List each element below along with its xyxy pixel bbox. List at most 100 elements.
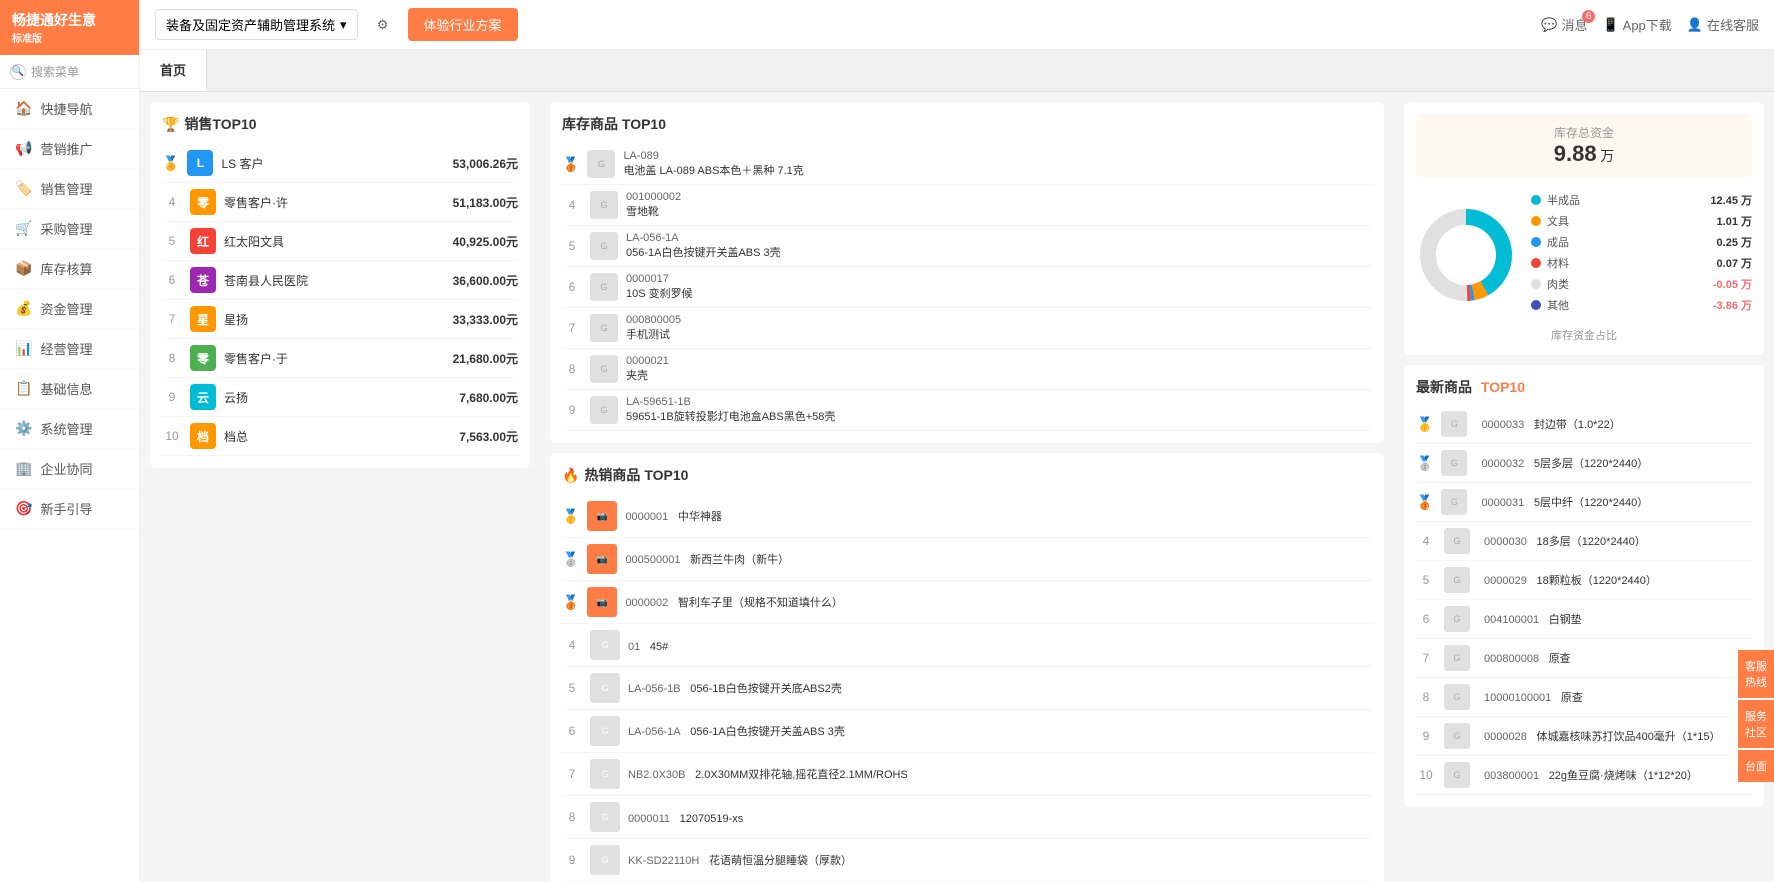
- nav-icon: 🏠: [15, 100, 32, 117]
- new-product-info: 10000100001 原查: [1484, 689, 1752, 705]
- cs-counter-btn[interactable]: 台面: [1738, 750, 1774, 782]
- legend-dot: [1531, 279, 1541, 289]
- service-icon: 👤: [1687, 17, 1703, 33]
- hot-product-info: 0000002 智利车子里（规格不知道填什么）: [625, 594, 842, 610]
- top-customers-card: 🏆 销售TOP10 🏅 L LS 客户 53,006.26元 4 零 零售客户·…: [150, 102, 530, 468]
- new-products-card: 最新商品 TOP10 🥇 G 0000033 封边带（1.0*22） 🥈 G 0…: [1404, 365, 1764, 807]
- logo-main-text: 畅捷通好生意: [12, 10, 96, 30]
- product-thumb: G: [590, 396, 618, 424]
- new-products-top-label: TOP10: [1481, 379, 1525, 395]
- new-product-info: 0000033 封边带（1.0*22）: [1481, 416, 1752, 432]
- inventory-products-title: 库存商品 TOP10: [562, 114, 1372, 134]
- customer-avatar: 苍: [190, 267, 216, 293]
- rank-number: 8: [162, 351, 182, 365]
- sidebar-item-sales[interactable]: 🏷️ 销售管理: [0, 169, 139, 209]
- sidebar-item-enterprise[interactable]: 🏢 企业协同: [0, 449, 139, 489]
- nav-icon: 📦: [15, 260, 32, 277]
- hot-product-item: 8 G 0000011 12070519-xs: [562, 796, 1372, 839]
- product-thumb-placeholder: G: [1441, 450, 1467, 476]
- sidebar-item-guide[interactable]: 🎯 新手引导: [0, 489, 139, 529]
- legend-dot: [1531, 216, 1541, 226]
- new-product-item: 🥇 G 0000033 封边带（1.0*22）: [1416, 405, 1752, 444]
- settings-icon[interactable]: ⚙: [368, 10, 398, 40]
- medal-silver-icon: 🥈: [562, 551, 579, 568]
- sidebar-item-operations[interactable]: 📊 经营管理: [0, 329, 139, 369]
- trial-button[interactable]: 体验行业方案: [408, 8, 518, 41]
- customer-list-item: 4 零 零售客户·许 51,183.00元: [162, 183, 518, 222]
- hot-products-title: 🔥 热销商品 TOP10: [562, 465, 1372, 485]
- medal-gold-icon: 🥇: [1416, 416, 1433, 433]
- new-product-info: 000800008 原查: [1484, 650, 1752, 666]
- rank-number: 10: [1416, 768, 1436, 782]
- sidebar-item-system[interactable]: ⚙️ 系统管理: [0, 409, 139, 449]
- online-service-label: 在线客服: [1707, 15, 1759, 34]
- medal-bronze-icon: 🥉: [562, 594, 579, 611]
- inventory-product-item: 6 G 0000017 10S 变刹罗候: [562, 267, 1372, 308]
- inventory-legend: 半成品 12.45 万 文具 1.01 万 成品 0.25 万 材料 0.07 …: [1531, 192, 1752, 318]
- tab-home[interactable]: 首页: [140, 50, 207, 91]
- product-thumb-placeholder: G: [1444, 762, 1470, 788]
- inventory-product-item: 7 G 000800005 手机测试: [562, 308, 1372, 349]
- sidebar-item-quick-nav[interactable]: 🏠 快捷导航: [0, 89, 139, 129]
- legend-value: 0.25 万: [1717, 234, 1752, 250]
- customer-name: 星扬: [224, 311, 445, 328]
- app-download-label: App下载: [1623, 15, 1672, 34]
- customer-value: 51,183.00元: [453, 194, 518, 211]
- nav-label: 资金管理: [40, 299, 92, 318]
- nav-label: 库存核算: [40, 259, 92, 278]
- search-icon: 🔍: [10, 64, 26, 80]
- sidebar-nav: 🏠 快捷导航📢 营销推广🏷️ 销售管理🛒 采购管理📦 库存核算💰 资金管理📊 经…: [0, 89, 139, 529]
- rank-number: 7: [562, 767, 582, 781]
- rank-number: 7: [162, 312, 182, 326]
- new-product-info: 003800001 22g鱼豆腐·烧烤味（1*12*20）: [1484, 767, 1752, 783]
- sidebar-item-purchase[interactable]: 🛒 采购管理: [0, 209, 139, 249]
- customer-list-item: 🏅 L LS 客户 53,006.26元: [162, 144, 518, 183]
- online-service-btn[interactable]: 👤 在线客服: [1687, 15, 1759, 34]
- nav-label: 快捷导航: [40, 99, 92, 118]
- message-icon: 💬: [1541, 17, 1557, 33]
- sidebar-search[interactable]: 🔍 搜索菜单: [0, 55, 139, 89]
- tab-home-label: 首页: [160, 63, 186, 78]
- legend-item: 成品 0.25 万: [1531, 234, 1752, 250]
- sidebar-item-marketing[interactable]: 📢 营销推广: [0, 129, 139, 169]
- sidebar: 畅捷通好生意 标准版 🔍 搜索菜单 🏠 快捷导航📢 营销推广🏷️ 销售管理🛒 采…: [0, 0, 140, 882]
- product-thumb: G: [590, 232, 618, 260]
- rank-number: 7: [1416, 651, 1436, 665]
- topbar: 装备及固定资产辅助管理系统 ▾ ⚙ 体验行业方案 💬 消息 6 📱 App下载 …: [140, 0, 1774, 50]
- app-download-btn[interactable]: 📱 App下载: [1602, 15, 1671, 34]
- sidebar-item-finance[interactable]: 💰 资金管理: [0, 289, 139, 329]
- legend-label: 材料: [1547, 255, 1711, 271]
- inventory-products-list: 🥉 G LA-089 电池盖 LA-089 ABS本色＋黑种 7.1克 4 G …: [562, 144, 1372, 431]
- customer-name: 云扬: [224, 389, 451, 406]
- hot-product-thumb: 📷: [587, 544, 617, 574]
- system-selector[interactable]: 装备及固定资产辅助管理系统 ▾: [155, 9, 358, 40]
- hot-product-thumb: G: [590, 716, 620, 746]
- sidebar-item-inventory[interactable]: 📦 库存核算: [0, 249, 139, 289]
- legend-value: 12.45 万: [1710, 192, 1752, 208]
- product-info: 0000017 10S 变刹罗候: [626, 273, 693, 301]
- customer-name: 红太阳文具: [224, 233, 445, 250]
- rank-number: 5: [162, 234, 182, 248]
- hot-product-item: 9 G KK-SD22110H 花语萌恒温分腿睡袋（厚款）: [562, 839, 1372, 882]
- customer-avatar: 零: [190, 345, 216, 371]
- sidebar-item-base[interactable]: 📋 基础信息: [0, 369, 139, 409]
- customer-avatar: 星: [190, 306, 216, 332]
- message-badge: 6: [1582, 10, 1596, 23]
- main-area: 装备及固定资产辅助管理系统 ▾ ⚙ 体验行业方案 💬 消息 6 📱 App下载 …: [140, 0, 1774, 882]
- product-info: LA-056-1A 056-1A白色按键开关盖ABS 3壳: [626, 232, 781, 260]
- product-thumb-placeholder: G: [1444, 606, 1470, 632]
- cs-hotline-btn[interactable]: 客服热线: [1738, 650, 1774, 698]
- hot-product-thumb: G: [590, 759, 620, 789]
- logo-sub-text: 标准版: [12, 30, 42, 45]
- message-btn[interactable]: 💬 消息 6: [1541, 15, 1587, 34]
- new-product-info: 0000032 5层多层（1220*2440）: [1481, 455, 1752, 471]
- cs-community-btn[interactable]: 服务社区: [1738, 700, 1774, 748]
- rank-number: 8: [562, 810, 582, 824]
- product-info: LA-59651-1B 59651-1B旋转投影灯电池盒ABS黑色+58壳: [626, 396, 835, 424]
- medal-silver-icon: 🥈: [1416, 455, 1433, 472]
- customers-list: 🏅 L LS 客户 53,006.26元 4 零 零售客户·许 51,183.0…: [162, 144, 518, 456]
- new-product-info: 0000031 5层中纤（1220*2440）: [1481, 494, 1752, 510]
- dashboard-right: 库存总资金 9.88 万: [1394, 92, 1774, 882]
- customer-list-item: 10 档 档总 7,563.00元: [162, 417, 518, 456]
- nav-label: 基础信息: [40, 379, 92, 398]
